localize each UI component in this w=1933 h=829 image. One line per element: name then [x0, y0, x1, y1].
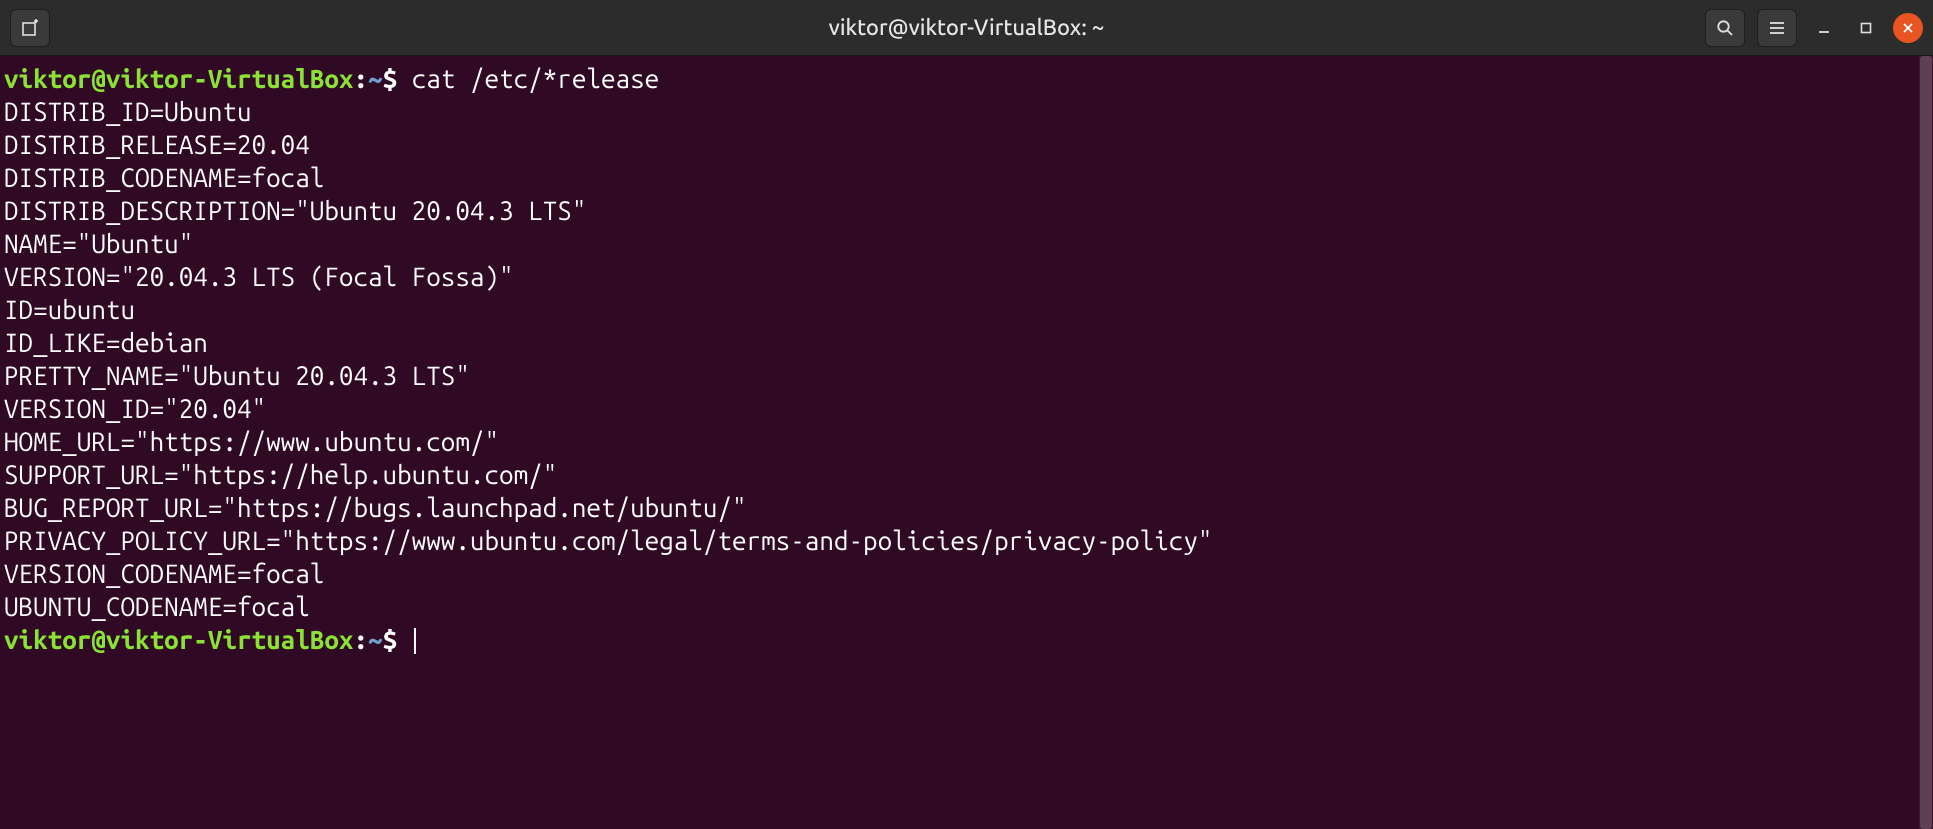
scrollbar[interactable] — [1919, 56, 1933, 829]
output-line: DISTRIB_ID=Ubuntu — [4, 95, 1929, 128]
window-titlebar: viktor@viktor-VirtualBox: ~ — [0, 0, 1933, 56]
search-button[interactable] — [1705, 9, 1745, 47]
text-cursor — [414, 628, 416, 654]
output-line: DISTRIB_DESCRIPTION="Ubuntu 20.04.3 LTS" — [4, 194, 1929, 227]
output-line: PRIVACY_POLICY_URL="https://www.ubuntu.c… — [4, 524, 1929, 557]
output-line: DISTRIB_CODENAME=focal — [4, 161, 1929, 194]
typed-command: cat /etc/*release — [412, 64, 660, 93]
prompt-symbol: $ — [383, 64, 398, 93]
prompt-user-host: viktor@viktor-VirtualBox — [4, 625, 353, 654]
output-line: NAME="Ubuntu" — [4, 227, 1929, 260]
new-tab-button[interactable] — [10, 9, 50, 47]
output-line: HOME_URL="https://www.ubuntu.com/" — [4, 425, 1929, 458]
output-line: VERSION="20.04.3 LTS (Focal Fossa)" — [4, 260, 1929, 293]
window-title: viktor@viktor-VirtualBox: ~ — [829, 15, 1105, 40]
output-line: ID=ubuntu — [4, 293, 1929, 326]
maximize-button[interactable] — [1851, 13, 1881, 43]
output-line: DISTRIB_RELEASE=20.04 — [4, 128, 1929, 161]
menu-button[interactable] — [1757, 9, 1797, 47]
titlebar-right — [1705, 9, 1923, 47]
search-icon — [1716, 19, 1734, 37]
scrollbar-thumb[interactable] — [1920, 56, 1932, 829]
maximize-icon — [1859, 21, 1873, 35]
output-line: VERSION_CODENAME=focal — [4, 557, 1929, 590]
titlebar-left — [10, 9, 50, 47]
prompt-path: ~ — [368, 64, 383, 93]
close-button[interactable] — [1893, 13, 1923, 43]
prompt-colon: : — [353, 64, 368, 93]
terminal-viewport[interactable]: viktor@viktor-VirtualBox:~$ cat /etc/*re… — [0, 56, 1933, 829]
hamburger-icon — [1768, 19, 1786, 37]
output-line: UBUNTU_CODENAME=focal — [4, 590, 1929, 623]
prompt-colon: : — [353, 625, 368, 654]
output-line: ID_LIKE=debian — [4, 326, 1929, 359]
minimize-button[interactable] — [1809, 13, 1839, 43]
idle-prompt-line: viktor@viktor-VirtualBox:~$ — [4, 623, 1929, 656]
output-line: BUG_REPORT_URL="https://bugs.launchpad.n… — [4, 491, 1929, 524]
prompt-path: ~ — [368, 625, 383, 654]
prompt-symbol: $ — [383, 625, 398, 654]
output-line: SUPPORT_URL="https://help.ubuntu.com/" — [4, 458, 1929, 491]
output-line: VERSION_ID="20.04" — [4, 392, 1929, 425]
minimize-icon — [1817, 21, 1831, 35]
output-line: PRETTY_NAME="Ubuntu 20.04.3 LTS" — [4, 359, 1929, 392]
prompt-user-host: viktor@viktor-VirtualBox — [4, 64, 353, 93]
new-tab-icon — [20, 18, 40, 38]
command-line: viktor@viktor-VirtualBox:~$ cat /etc/*re… — [4, 62, 1929, 95]
close-icon — [1902, 22, 1914, 34]
